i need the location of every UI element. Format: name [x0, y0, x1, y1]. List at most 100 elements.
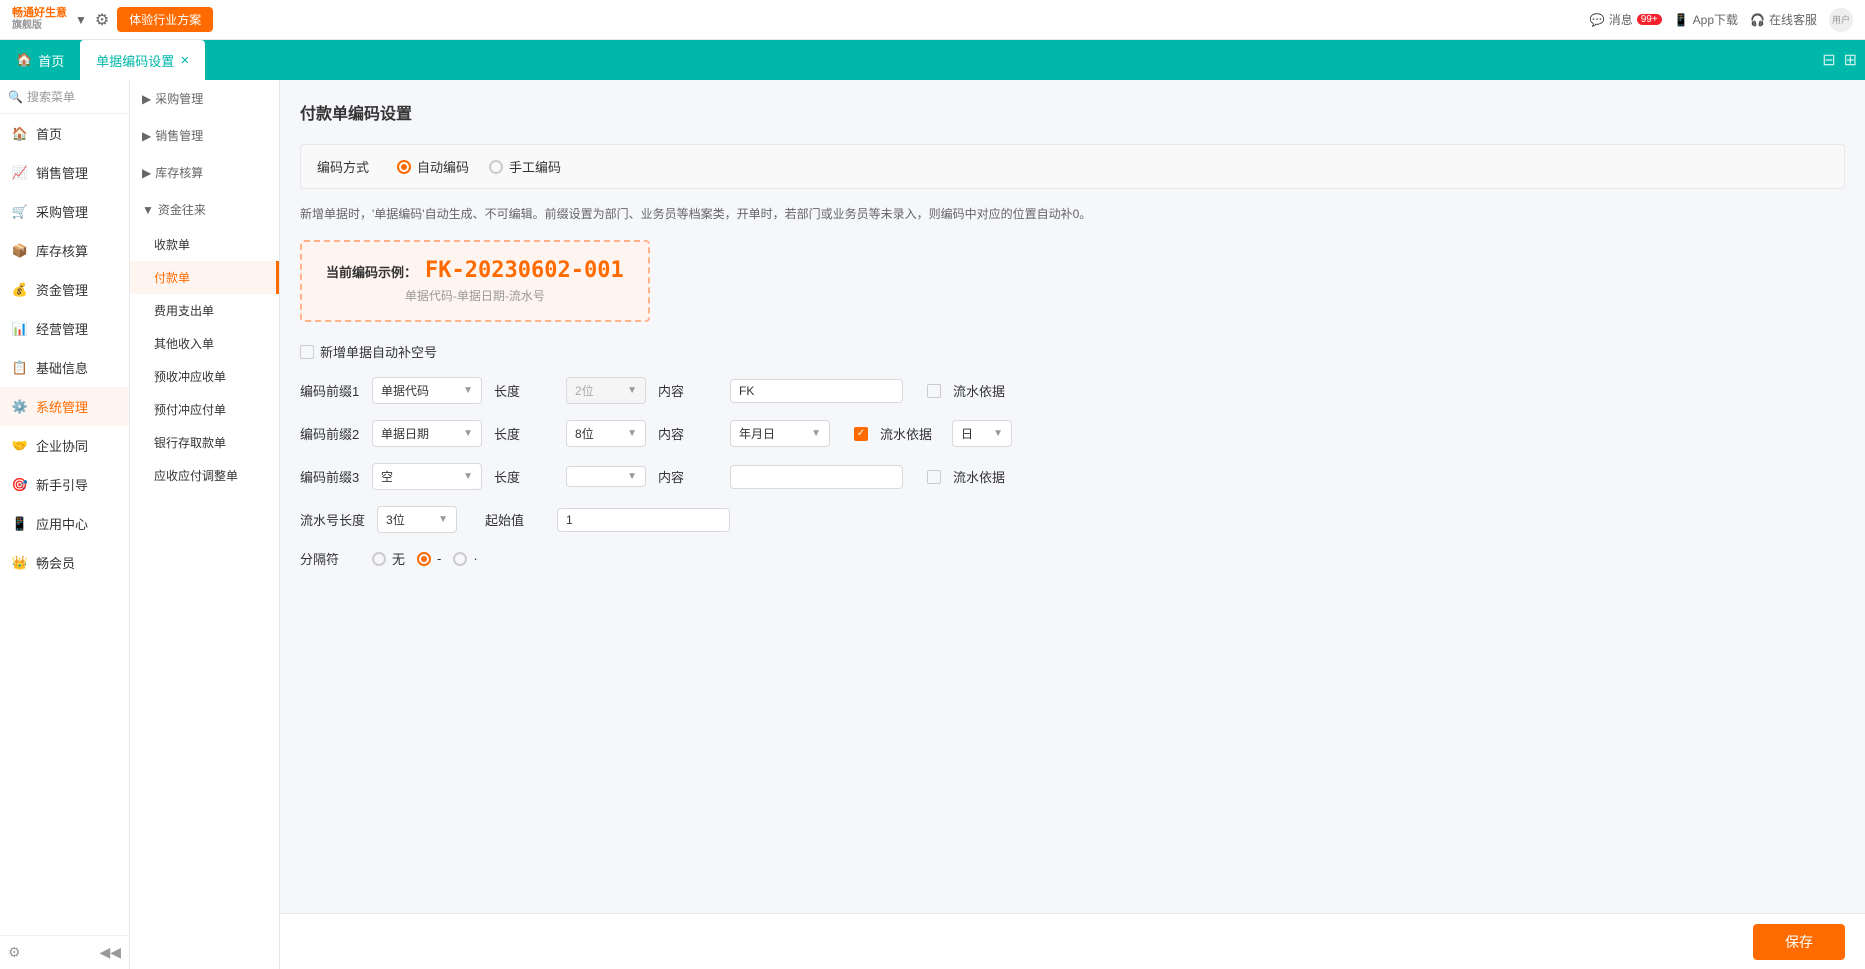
subnav-purchase-title[interactable]: ▶ 采购管理 [130, 80, 279, 117]
sidebar-item-vip[interactable]: 👑 畅会员 [0, 543, 129, 582]
sidebar-item-system[interactable]: ⚙️ 系统管理 [0, 387, 129, 426]
sep-dot-radio[interactable]: · [453, 551, 477, 566]
sidebar-item-apps[interactable]: 📱 应用中心 [0, 504, 129, 543]
subnav-capital: ▼ 资金往来 收款单 付款单 费用支出单 其他收入单 预收冲应收单 预付冲应付单… [130, 191, 279, 492]
subnav-capital-arrow: ▼ [142, 203, 154, 217]
info-text: 新增单据时，'单据编码'自动生成、不可编辑。前缀设置为部门、业务员等档案类，开单… [300, 205, 1845, 224]
separator-label: 分隔符 [300, 549, 360, 568]
length2-label: 长度 [494, 424, 554, 443]
prefix3-label: 编码前缀3 [300, 467, 360, 486]
app-download-btn[interactable]: 📱 App下载 [1674, 11, 1738, 28]
length1-arrow: ▼ [627, 385, 637, 396]
subnav-income[interactable]: 其他收入单 [130, 327, 279, 360]
sidebar-item-inventory[interactable]: 📦 库存核算 [0, 231, 129, 270]
finance-icon: 💰 [12, 282, 28, 298]
online-service-btn[interactable]: 🎧 在线客服 [1750, 11, 1817, 28]
start-value-label: 起始值 [485, 510, 545, 529]
content2-select[interactable]: 年月日 ▼ [730, 420, 830, 447]
subnav-bank-deposit[interactable]: 银行存取款单 [130, 426, 279, 459]
prefix-row-3: 编码前缀3 空 ▼ 长度 ▼ 内容 流水依据 [300, 463, 1845, 490]
tab-encoding-close[interactable]: ✕ [180, 54, 189, 67]
service-icon: 🎧 [1750, 13, 1765, 27]
length2-arrow: ▼ [627, 428, 637, 439]
subnav-ar-ap-adjust[interactable]: 应收应付调整单 [130, 459, 279, 492]
subnav-inventory-title[interactable]: ▶ 库存核算 [130, 154, 279, 191]
subnav-receipt[interactable]: 收款单 [130, 228, 279, 261]
apps-icon: 📱 [12, 516, 28, 532]
content1-label: 内容 [658, 381, 718, 400]
prefix2-label: 编码前缀2 [300, 424, 360, 443]
prefix3-arrow: ▼ [463, 471, 473, 482]
tab-home[interactable]: 🏠 首页 [0, 40, 80, 80]
start-value-input[interactable] [557, 508, 730, 532]
prefix2-select[interactable]: 单据日期 ▼ [372, 420, 482, 447]
sidebar-item-enterprise[interactable]: 🤝 企业协同 [0, 426, 129, 465]
sidebar-item-purchase[interactable]: 🛒 采购管理 [0, 192, 129, 231]
serial-length-row: 流水号长度 3位 ▼ 起始值 [300, 506, 1845, 533]
tab-encoding[interactable]: 单据编码设置 ✕ [80, 40, 205, 80]
enterprise-icon: 🤝 [12, 438, 28, 454]
prefix3-select[interactable]: 空 ▼ [372, 463, 482, 490]
nav-dropdown-arrow[interactable]: ▼ [75, 13, 87, 27]
subnav-sales-title[interactable]: ▶ 销售管理 [130, 117, 279, 154]
content3-input[interactable] [730, 465, 903, 489]
example-code-value: 当前编码示例：FK-20230602-001 [326, 258, 624, 283]
serial1-checkbox[interactable] [927, 384, 941, 398]
top-bar-nav: ▼ [75, 13, 87, 27]
tab-minimize-icon[interactable]: ⊟ [1822, 50, 1835, 70]
vip-icon: 👑 [12, 555, 28, 571]
page-title: 付款单编码设置 [300, 100, 1845, 124]
sidebar-search[interactable]: 🔍 搜索菜单 [0, 80, 129, 114]
serial2-checkbox[interactable]: ✓ [854, 427, 868, 441]
subnav-payment[interactable]: 付款单 [130, 261, 279, 294]
serial3-checkbox[interactable] [927, 470, 941, 484]
subnav-prepay-recv[interactable]: 预收冲应收单 [130, 360, 279, 393]
message-btn[interactable]: 💬 消息 99+ [1590, 11, 1662, 28]
sep-dash-btn[interactable] [417, 552, 431, 566]
length3-input[interactable]: ▼ [566, 466, 646, 487]
subnav-capital-title[interactable]: ▼ 资金往来 [130, 191, 279, 228]
home-icon: 🏠 [16, 52, 32, 68]
search-icon: 🔍 [8, 90, 23, 104]
trial-button[interactable]: 体验行业方案 [117, 7, 213, 32]
tab-fullscreen-icon[interactable]: ⊞ [1844, 50, 1857, 70]
sidebar-item-home[interactable]: 🏠 首页 [0, 114, 129, 153]
sidebar-item-finance[interactable]: 💰 资金管理 [0, 270, 129, 309]
serial-length-select[interactable]: 3位 ▼ [377, 506, 457, 533]
radio-auto-btn[interactable] [397, 160, 411, 174]
sidebar-item-sales[interactable]: 📈 销售管理 [0, 153, 129, 192]
save-button[interactable]: 保存 [1753, 924, 1845, 960]
sep-dash-char: - [437, 551, 441, 566]
sep-dash-radio[interactable]: - [417, 551, 441, 566]
prefix-row-2: 编码前缀2 单据日期 ▼ 长度 8位 ▼ 内容 年月日 ▼ ✓ 流水依据 [300, 420, 1845, 447]
content-right: 付款单编码设置 编码方式 自动编码 手工编码 新增单据时，'单据编码'自动生成、… [280, 80, 1865, 969]
sep-none-btn[interactable] [372, 552, 386, 566]
sep-dot-btn[interactable] [453, 552, 467, 566]
top-bar-left: 畅通好生意 旗舰版 ▼ ⚙ 体验行业方案 [12, 7, 1582, 32]
sidebar-item-operations[interactable]: 📊 经营管理 [0, 309, 129, 348]
main-container: 🔍 搜索菜单 🏠 首页 📈 销售管理 🛒 采购管理 📦 库存核算 💰 资金管理 … [0, 80, 1865, 969]
prefix1-arrow: ▼ [463, 385, 473, 396]
sidebar-collapse-icon[interactable]: ◀◀ [99, 944, 121, 961]
radio-auto[interactable]: 自动编码 [397, 157, 469, 176]
prefix1-select[interactable]: 单据代码 ▼ [372, 377, 482, 404]
granularity-arrow: ▼ [993, 428, 1003, 439]
radio-manual-btn[interactable] [489, 160, 503, 174]
content1-input[interactable] [730, 379, 903, 403]
subnav-sales-arrow: ▶ [142, 129, 151, 143]
granularity-select[interactable]: 日 ▼ [952, 420, 1012, 447]
sidebar-item-basic[interactable]: 📋 基础信息 [0, 348, 129, 387]
subnav-prepay-pay[interactable]: 预付冲应付单 [130, 393, 279, 426]
avatar[interactable]: 用户 [1829, 8, 1853, 32]
settings-icon[interactable]: ⚙ [95, 10, 109, 30]
radio-manual[interactable]: 手工编码 [489, 157, 561, 176]
content2-label: 内容 [658, 424, 718, 443]
length2-input[interactable]: 8位 ▼ [566, 420, 646, 447]
download-icon: 📱 [1674, 13, 1689, 27]
auto-fill-checkbox[interactable] [300, 345, 314, 359]
sep-none-radio[interactable]: 无 [372, 549, 405, 568]
sidebar-settings-icon[interactable]: ⚙ [8, 944, 21, 961]
sidebar-item-guide[interactable]: 🎯 新手引导 [0, 465, 129, 504]
subnav-expense[interactable]: 费用支出单 [130, 294, 279, 327]
prefix-row-1: 编码前缀1 单据代码 ▼ 长度 2位 ▼ 内容 流水依据 [300, 377, 1845, 404]
